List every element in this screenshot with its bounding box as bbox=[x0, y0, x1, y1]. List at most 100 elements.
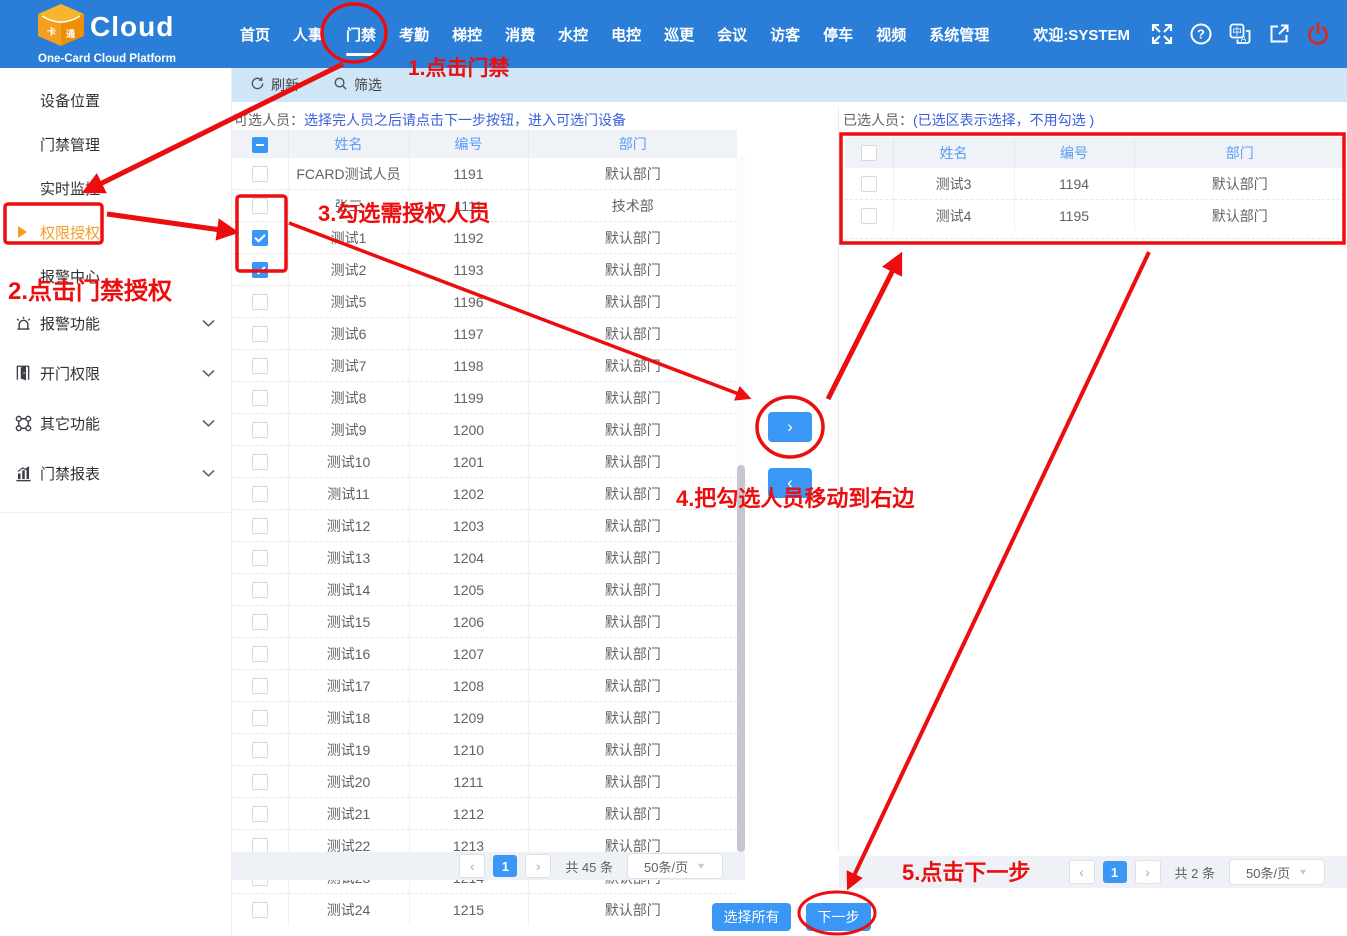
sidebar-item-alarm-center[interactable]: 报警中心 bbox=[0, 254, 231, 298]
row-checkbox[interactable] bbox=[252, 902, 268, 918]
nav-item-attendance[interactable]: 考勤 bbox=[397, 20, 431, 49]
row-checkbox[interactable] bbox=[252, 262, 268, 278]
filter-search-icon bbox=[333, 76, 348, 94]
help-icon[interactable]: ? bbox=[1188, 21, 1214, 47]
nav-item-electric[interactable]: 电控 bbox=[609, 20, 643, 49]
row-checkbox[interactable] bbox=[252, 678, 268, 694]
next-page-button[interactable]: › bbox=[525, 854, 551, 878]
row-checkbox[interactable] bbox=[252, 518, 268, 534]
table-row: 测试31194默认部门 bbox=[845, 168, 1345, 200]
row-checkbox[interactable] bbox=[252, 166, 268, 182]
cell-name: 测试17 bbox=[288, 670, 409, 702]
nav-item-consume[interactable]: 消费 bbox=[503, 20, 537, 49]
row-checkbox[interactable] bbox=[861, 176, 877, 192]
nav-item-system[interactable]: 系统管理 bbox=[927, 20, 991, 49]
left-table-scrollbar-thumb[interactable] bbox=[737, 465, 745, 852]
row-checkbox-cell bbox=[232, 446, 288, 478]
row-checkbox[interactable] bbox=[252, 646, 268, 662]
row-checkbox[interactable] bbox=[252, 454, 268, 470]
sidebar-item-alarm-func[interactable]: 报警功能 bbox=[0, 298, 231, 348]
prev-page-button[interactable]: ‹ bbox=[1069, 860, 1095, 884]
sidebar-item-device-location[interactable]: 设备位置 bbox=[0, 78, 231, 122]
cell-dept: 默认部门 bbox=[528, 414, 737, 446]
table-row: 测试161207默认部门 bbox=[232, 638, 737, 670]
translate-icon[interactable]: 中 A bbox=[1227, 21, 1253, 47]
col-code: 编号 bbox=[409, 130, 528, 158]
next-page-button[interactable]: › bbox=[1135, 860, 1161, 884]
sidebar-item-access-report[interactable]: 门禁报表 bbox=[0, 448, 231, 498]
cell-code: 1197 bbox=[409, 318, 528, 350]
sidebar-item-label: 实时监控 bbox=[40, 178, 100, 199]
row-checkbox[interactable] bbox=[252, 230, 268, 246]
refresh-button[interactable]: 刷新 bbox=[250, 75, 299, 95]
sidebar-menu: 设备位置门禁管理实时监控权限授权报警中心报警功能开门权限其它功能门禁报表 bbox=[0, 68, 231, 513]
filter-button[interactable]: 筛选 bbox=[333, 75, 382, 95]
nav-item-patrol[interactable]: 巡更 bbox=[662, 20, 696, 49]
page-size-select[interactable]: 50条/页 ▼ bbox=[1229, 859, 1325, 885]
sidebar-item-other-func[interactable]: 其它功能 bbox=[0, 398, 231, 448]
row-checkbox-cell bbox=[232, 734, 288, 766]
cell-dept: 默认部门 bbox=[528, 734, 737, 766]
select-all-checkbox[interactable] bbox=[252, 137, 268, 153]
page-size-value: 50条/页 bbox=[644, 857, 688, 876]
row-checkbox-cell bbox=[232, 158, 288, 190]
sidebar-item-access-manage[interactable]: 门禁管理 bbox=[0, 122, 231, 166]
table-row: 测试211212默认部门 bbox=[232, 798, 737, 830]
cell-name: 测试5 bbox=[288, 286, 409, 318]
right-pagination: ‹ 1 › 共 2 条 50条/页 ▼ bbox=[839, 856, 1347, 888]
move-right-button[interactable]: › bbox=[768, 412, 812, 442]
external-link-icon[interactable] bbox=[1266, 21, 1292, 47]
nav-item-visitor[interactable]: 访客 bbox=[768, 20, 802, 49]
cell-name: 测试13 bbox=[288, 542, 409, 574]
nav-item-parking[interactable]: 停车 bbox=[821, 20, 855, 49]
next-step-button[interactable]: 下一步 bbox=[806, 903, 871, 931]
row-checkbox[interactable] bbox=[252, 550, 268, 566]
row-checkbox[interactable] bbox=[252, 582, 268, 598]
nav-item-home[interactable]: 首页 bbox=[238, 20, 272, 49]
move-left-button[interactable]: ‹ bbox=[768, 468, 812, 498]
current-page[interactable]: 1 bbox=[493, 855, 517, 877]
cell-code: 1111 bbox=[409, 190, 528, 222]
row-checkbox[interactable] bbox=[252, 294, 268, 310]
row-checkbox-cell bbox=[232, 478, 288, 510]
chevron-down-icon bbox=[202, 315, 215, 332]
row-checkbox[interactable] bbox=[252, 390, 268, 406]
sidebar-item-label: 报警功能 bbox=[40, 313, 100, 334]
row-checkbox[interactable] bbox=[252, 742, 268, 758]
row-checkbox[interactable] bbox=[252, 326, 268, 342]
svg-text:通: 通 bbox=[66, 28, 75, 39]
power-icon[interactable] bbox=[1305, 21, 1331, 47]
sidebar-item-permission-auth[interactable]: 权限授权 bbox=[0, 210, 231, 254]
cell-code: 1209 bbox=[409, 702, 528, 734]
row-checkbox[interactable] bbox=[252, 422, 268, 438]
nav-item-water[interactable]: 水控 bbox=[556, 20, 590, 49]
sidebar-item-realtime-monitor[interactable]: 实时监控 bbox=[0, 166, 231, 210]
current-page[interactable]: 1 bbox=[1103, 861, 1127, 883]
row-checkbox[interactable] bbox=[252, 806, 268, 822]
table-row: FCARD测试人员1191默认部门 bbox=[232, 158, 737, 190]
nav-item-meeting[interactable]: 会议 bbox=[715, 20, 749, 49]
sidebar-item-label: 门禁报表 bbox=[40, 463, 100, 484]
row-checkbox[interactable] bbox=[861, 208, 877, 224]
row-checkbox[interactable] bbox=[252, 486, 268, 502]
page-size-select[interactable]: 50条/页 ▼ bbox=[627, 853, 723, 879]
nav-item-hr[interactable]: 人事 bbox=[291, 20, 325, 49]
sidebar-item-open-permission[interactable]: 开门权限 bbox=[0, 348, 231, 398]
chevron-down-icon: ▼ bbox=[1298, 868, 1308, 877]
cell-code: 1211 bbox=[409, 766, 528, 798]
nav-item-video[interactable]: 视频 bbox=[874, 20, 908, 49]
filter-label: 筛选 bbox=[354, 75, 382, 95]
nav-item-elevator[interactable]: 梯控 bbox=[450, 20, 484, 49]
fullscreen-icon[interactable] bbox=[1149, 21, 1175, 47]
cell-name: FCARD测试人员 bbox=[288, 158, 409, 190]
prev-page-button[interactable]: ‹ bbox=[459, 854, 485, 878]
row-checkbox[interactable] bbox=[252, 358, 268, 374]
row-checkbox[interactable] bbox=[252, 710, 268, 726]
select-all-button[interactable]: 选择所有 bbox=[712, 903, 791, 931]
row-checkbox[interactable] bbox=[252, 774, 268, 790]
table-row: 测试141205默认部门 bbox=[232, 574, 737, 606]
select-all-checkbox[interactable] bbox=[861, 145, 877, 161]
row-checkbox[interactable] bbox=[252, 614, 268, 630]
nav-item-access[interactable]: 门禁 bbox=[344, 20, 378, 49]
row-checkbox[interactable] bbox=[252, 198, 268, 214]
